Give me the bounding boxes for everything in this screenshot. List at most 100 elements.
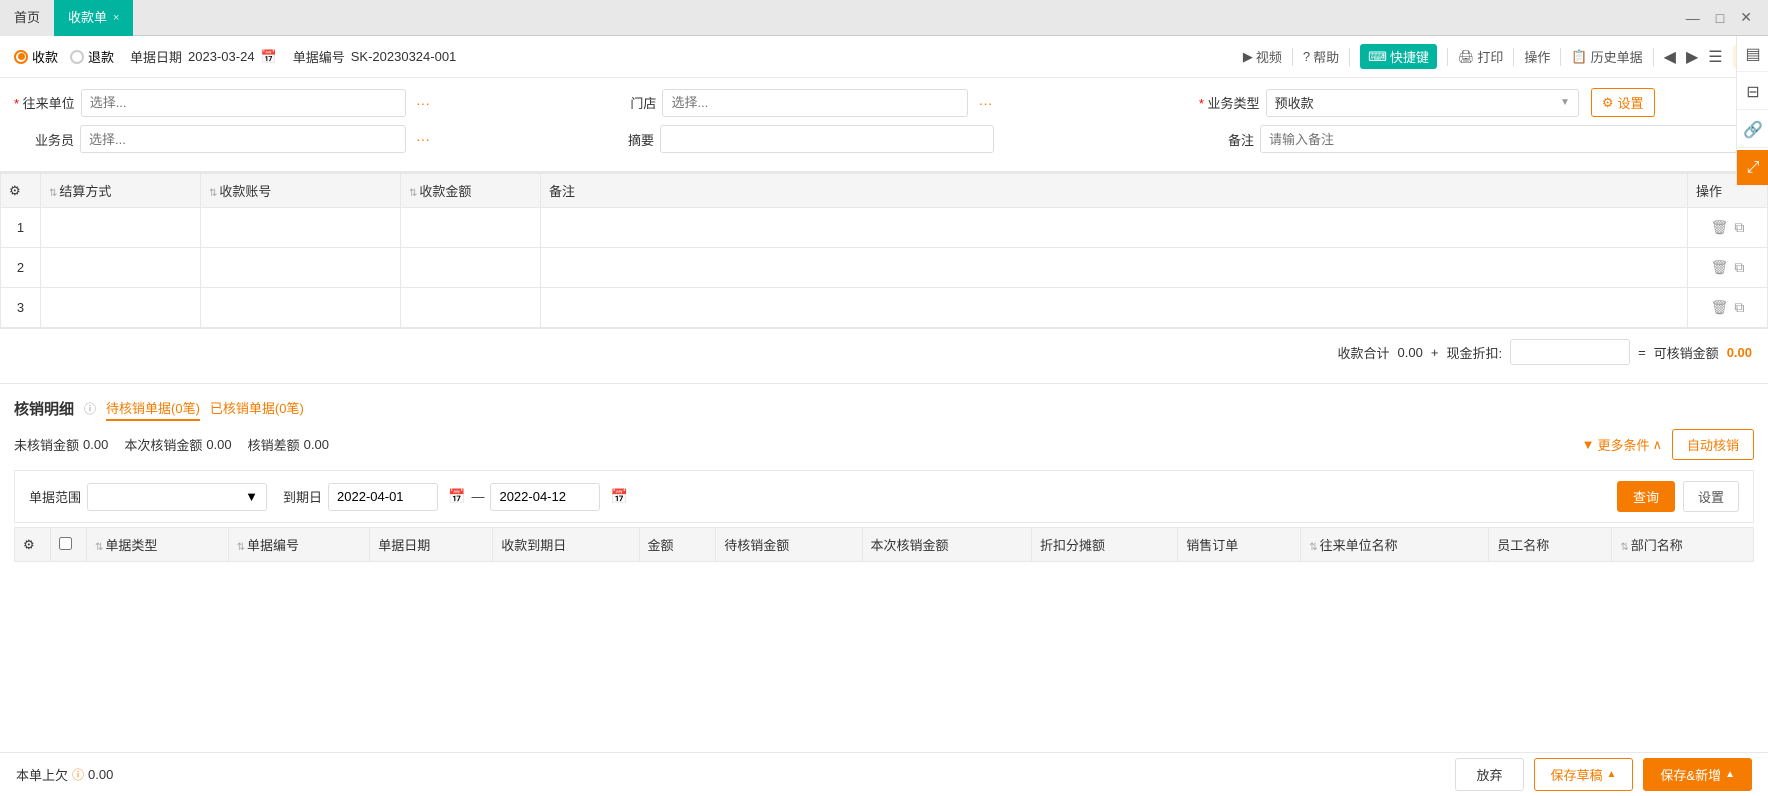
radio-receipt-label: 收款 — [32, 47, 58, 66]
th-amount-label: 收款金额 — [419, 184, 471, 199]
bth-current: 本次核销金额 — [862, 528, 1031, 562]
delete-icon[interactable]: 🗑 — [1711, 219, 1729, 236]
save-new-label: 保存&新增 — [1660, 765, 1721, 784]
salesman-input[interactable] — [80, 125, 406, 153]
save-draft-button[interactable]: 保存草稿 ▲ — [1534, 758, 1634, 791]
salesman-more-icon[interactable]: ··· — [412, 131, 434, 147]
query-button[interactable]: 查询 — [1617, 481, 1675, 512]
amount-input[interactable] — [401, 248, 540, 287]
abstract-input[interactable] — [660, 125, 994, 153]
sidebar-icon-1[interactable]: ▤ — [1737, 36, 1768, 72]
shortcut-button[interactable]: ⌨ 快捷键 — [1360, 44, 1437, 69]
account-input[interactable] — [201, 208, 400, 247]
tab-receipt[interactable]: 收款单 × — [54, 0, 133, 36]
delete-icon[interactable]: 🗑 — [1711, 259, 1729, 276]
nav-right-icon[interactable]: ▶ — [1686, 47, 1698, 67]
video-button[interactable]: ▶ 视频 — [1243, 47, 1282, 66]
remark-input[interactable] — [1260, 125, 1754, 153]
bth-settings[interactable]: ⚙ — [15, 528, 51, 562]
stat3-value: 0.00 — [304, 437, 329, 452]
abandon-button[interactable]: 放弃 — [1455, 758, 1523, 791]
auto-reconcile-button[interactable]: 自动核销 — [1672, 429, 1754, 460]
history-button[interactable]: 📋 历史单据 — [1571, 47, 1642, 66]
date-from-input[interactable] — [328, 483, 438, 511]
copy-icon[interactable]: ⧉ — [1734, 259, 1744, 276]
cell-account[interactable] — [201, 248, 401, 288]
amount-input[interactable] — [401, 288, 540, 327]
cell-note[interactable] — [541, 248, 1688, 288]
counterpart-input[interactable] — [81, 89, 406, 117]
settlement-input[interactable] — [41, 288, 200, 327]
cell-note[interactable] — [541, 288, 1688, 328]
account-input[interactable] — [201, 288, 400, 327]
cell-settlement[interactable] — [41, 208, 201, 248]
tab-home[interactable]: 首页 — [0, 0, 54, 36]
settlement-input[interactable] — [41, 208, 200, 247]
cell-amount[interactable] — [401, 288, 541, 328]
sidebar-icon-4[interactable]: ⤢ — [1737, 150, 1768, 186]
reconcile-settings-button[interactable]: 设置 — [1683, 481, 1739, 512]
note-input[interactable] — [541, 288, 1687, 327]
copy-icon[interactable]: ⧉ — [1734, 219, 1744, 236]
reconcile-header: 核销明细 ⓘ 待核销单据(0笔) 已核销单据(0笔) — [14, 396, 1754, 421]
radio-refund[interactable]: 退款 — [70, 47, 114, 66]
settings-button[interactable]: ⚙ 设置 — [1591, 88, 1655, 117]
biz-type-select[interactable]: 预收款 ▼ — [1266, 89, 1579, 117]
search-actions: 查询 设置 — [1617, 481, 1739, 512]
settlement-input[interactable] — [41, 248, 200, 287]
bth-amount-label: 金额 — [648, 538, 674, 553]
radio-receipt[interactable]: 收款 — [14, 47, 58, 66]
cell-settlement[interactable] — [41, 288, 201, 328]
bth-pending-label: 待核销金额 — [724, 538, 789, 553]
cell-account[interactable] — [201, 208, 401, 248]
stat-current: 本次核销金额 0.00 — [124, 435, 231, 454]
print-button[interactable]: 🖨 打印 — [1458, 47, 1504, 66]
save-new-button[interactable]: 保存&新增 ▲ — [1643, 758, 1752, 791]
list-view-icon[interactable]: ☰ — [1708, 47, 1722, 67]
store-input[interactable] — [662, 89, 968, 117]
counterpart-more-icon[interactable]: ··· — [412, 95, 434, 111]
tab-pending[interactable]: 待核销单据(0笔) — [106, 396, 200, 421]
note-input[interactable] — [541, 248, 1687, 287]
store-more-icon[interactable]: ··· — [974, 95, 996, 111]
operation-button[interactable]: 操作 — [1524, 47, 1550, 66]
amount-input[interactable] — [401, 208, 540, 247]
bth-sales-order-label: 销售订单 — [1186, 538, 1238, 553]
account-input[interactable] — [201, 248, 400, 287]
th-settlement-label: 结算方式 — [59, 184, 111, 199]
copy-icon[interactable]: ⧉ — [1734, 299, 1744, 316]
cash-discount-input[interactable] — [1510, 339, 1630, 365]
sidebar-icon-2[interactable]: ⊟ — [1737, 74, 1768, 110]
bth-checkbox[interactable] — [51, 528, 87, 562]
cell-amount[interactable] — [401, 208, 541, 248]
bth-date: 单据日期 — [370, 528, 493, 562]
sidebar-icon-3[interactable]: 🔗 — [1737, 112, 1768, 148]
select-all-checkbox[interactable] — [59, 537, 72, 550]
close-button[interactable]: ✕ — [1736, 9, 1756, 26]
cell-note[interactable] — [541, 208, 1688, 248]
footer-info-icon: ⓘ — [72, 766, 84, 783]
row-num: 3 — [1, 288, 41, 328]
range-select[interactable]: ▼ — [87, 483, 267, 511]
cell-account[interactable] — [201, 288, 401, 328]
nav-left-icon[interactable]: ◀ — [1664, 47, 1676, 67]
delete-icon[interactable]: 🗑 — [1711, 299, 1729, 316]
bth-number-label: 单据编号 — [247, 538, 299, 553]
calendar-to-icon[interactable]: 📅 — [610, 488, 627, 505]
bth-amount: 金额 — [639, 528, 716, 562]
cell-amount[interactable] — [401, 248, 541, 288]
th-settings[interactable]: ⚙ — [1, 174, 41, 208]
date-to-input[interactable] — [490, 483, 600, 511]
help-button[interactable]: ? 帮助 — [1303, 47, 1339, 66]
stat2-value: 0.00 — [206, 437, 231, 452]
calendar-from-icon[interactable]: 📅 — [448, 488, 465, 505]
tab-close-icon[interactable]: × — [113, 0, 119, 36]
minimize-button[interactable]: — — [1682, 10, 1704, 26]
tab-done[interactable]: 已核销单据(0笔) — [210, 396, 304, 421]
calendar-icon[interactable]: 📅 — [261, 49, 277, 65]
cell-settlement[interactable] — [41, 248, 201, 288]
more-conditions-button[interactable]: ▼ 更多条件 ∧ — [1582, 435, 1662, 454]
maximize-button[interactable]: □ — [1712, 10, 1728, 26]
note-input[interactable] — [541, 208, 1687, 247]
help-icon: ? — [1303, 49, 1310, 64]
